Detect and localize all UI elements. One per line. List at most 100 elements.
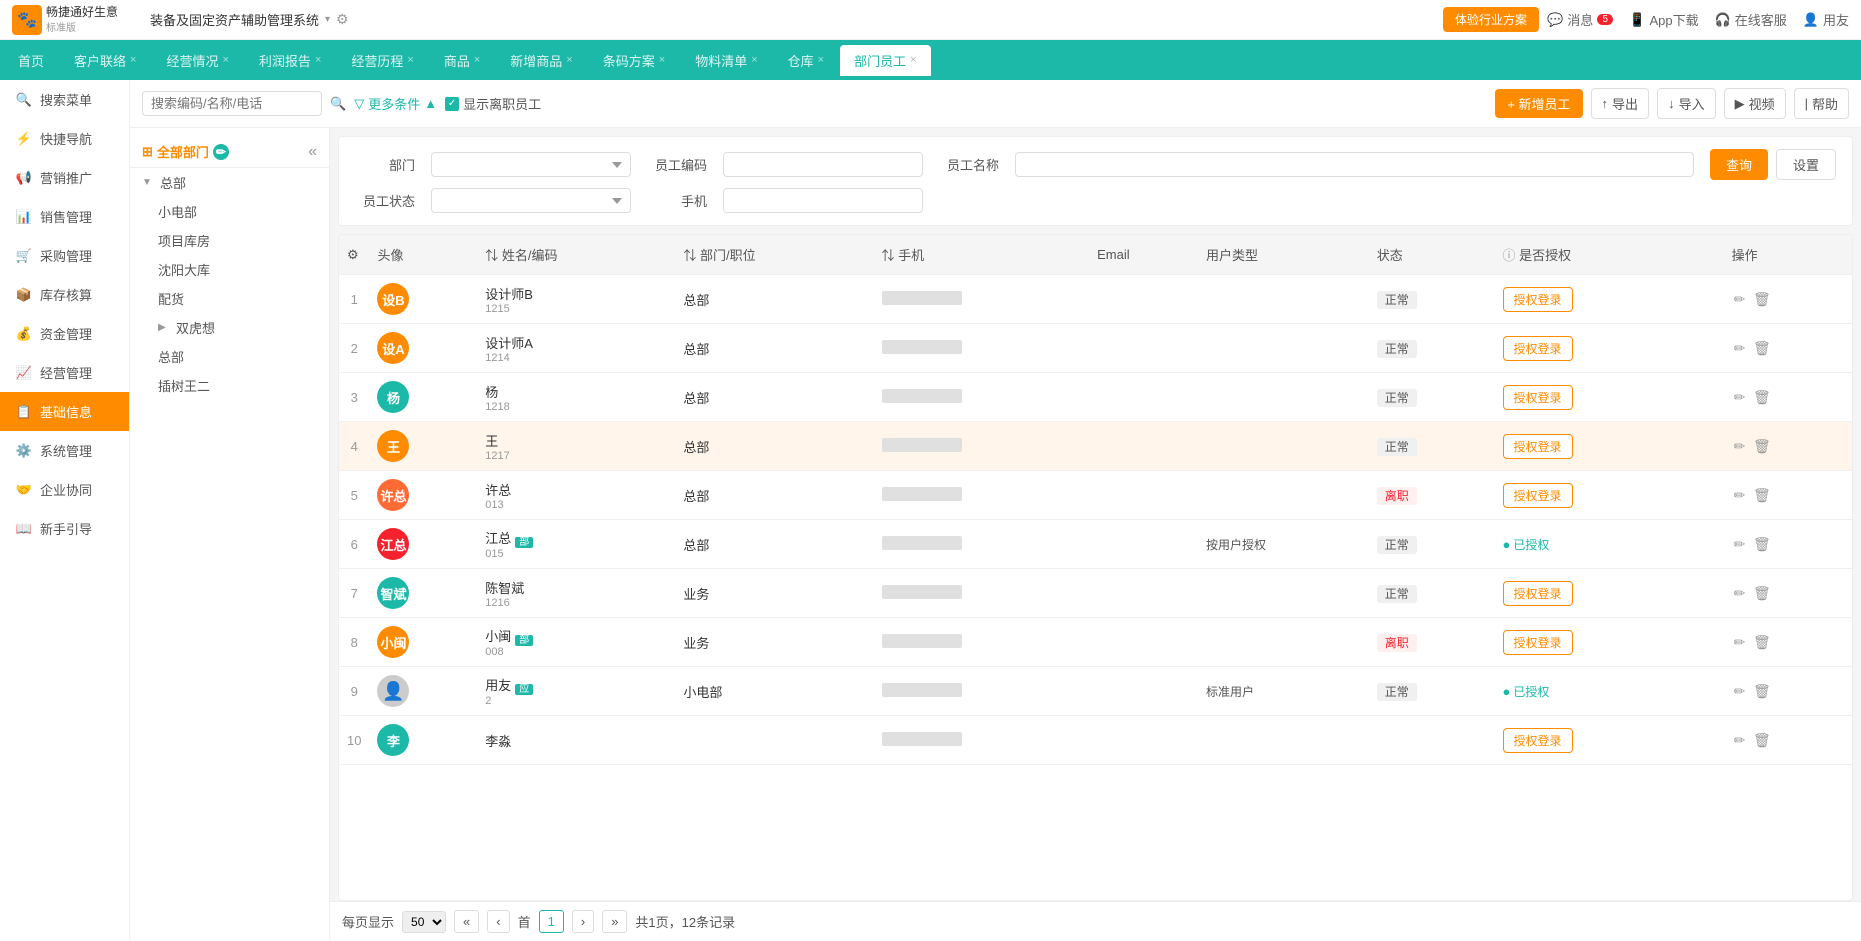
close-icon[interactable]: × [910,54,916,66]
prev-page-button[interactable]: ‹ [487,910,509,933]
auth-login-button[interactable]: 授权登录 [1503,336,1573,361]
sidebar-item-marketing[interactable]: 📢 营销推广 [0,158,129,197]
more-filter[interactable]: ▽ 更多条件 ▲ [354,94,437,113]
info-icon[interactable]: ⓘ [1503,248,1516,263]
sidebar-item-finance[interactable]: 💰 资金管理 [0,314,129,353]
edit-button[interactable]: ✏ [1734,536,1746,553]
import-button[interactable]: ↓ 导入 [1657,88,1716,119]
sidebar-item-mgmt[interactable]: 📈 经营管理 [0,353,129,392]
delete-button[interactable]: 🗑 [1753,536,1771,553]
edit-button[interactable]: ✏ [1734,634,1746,651]
sidebar-item-inventory[interactable]: 📦 库存核算 [0,275,129,314]
close-icon[interactable]: × [407,54,413,66]
auth-login-button[interactable]: 授权登录 [1503,287,1573,312]
trial-button[interactable]: 体验行业方案 [1443,7,1539,32]
set-button[interactable]: 设置 [1776,149,1836,180]
tab-new-goods[interactable]: 新增商品 × [496,45,586,76]
help-button[interactable]: | 帮助 [1794,88,1849,119]
col-phone[interactable]: ⇅ 手机 [874,235,1090,275]
edit-button[interactable]: ✏ [1734,340,1746,357]
col-name[interactable]: ⇅ 姓名/编码 [477,235,675,275]
auth-login-button[interactable]: 授权登录 [1503,581,1573,606]
close-icon[interactable]: × [818,54,824,66]
tab-customer[interactable]: 客户联络 × [60,45,150,76]
edit-button[interactable]: ✏ [1734,389,1746,406]
user-item[interactable]: 👤 用友 [1803,10,1849,29]
tab-history[interactable]: 经营历程 × [337,45,427,76]
export-button[interactable]: ↑ 导出 [1591,88,1650,119]
dept-filter-select[interactable] [431,152,631,177]
delete-button[interactable]: 🗑 [1753,438,1771,455]
current-page[interactable]: 1 [539,910,564,933]
delete-button[interactable]: 🗑 [1753,389,1771,406]
dept-node-project[interactable]: 项目库房 [138,226,329,255]
sidebar-item-sales[interactable]: 📊 销售管理 [0,197,129,236]
delete-button[interactable]: 🗑 [1753,634,1771,651]
delete-button[interactable]: 🗑 [1753,732,1771,749]
auth-login-button[interactable]: 授权登录 [1503,385,1573,410]
sidebar-item-base[interactable]: 📋 基础信息 [0,392,129,431]
dept-node-chashuwang[interactable]: 插树王二 [138,371,329,400]
query-button[interactable]: 查询 [1710,149,1768,180]
dept-node-headquarters[interactable]: ▼ 总部 [130,168,329,197]
tab-goods[interactable]: 商品 × [430,45,494,76]
gear-icon[interactable]: ⚙ [336,11,349,28]
add-employee-button[interactable]: + 新增员工 [1495,89,1582,118]
phone-input[interactable] [723,188,923,213]
delete-button[interactable]: 🗑 [1753,585,1771,602]
emp-code-input[interactable] [723,152,923,177]
edit-button[interactable]: ✏ [1734,585,1746,602]
edit-button[interactable]: ✏ [1734,683,1746,700]
edit-icon[interactable]: ✏ [213,144,229,160]
edit-button[interactable]: ✏ [1734,487,1746,504]
close-icon[interactable]: × [315,54,321,66]
delete-button[interactable]: 🗑 [1753,487,1771,504]
col-dept[interactable]: ⇅ 部门/职位 [675,235,873,275]
search-input[interactable] [142,91,322,116]
sidebar-item-quicknav[interactable]: ⚡ 快捷导航 [0,119,129,158]
tab-bom[interactable]: 物料清单 × [681,45,771,76]
tab-operation[interactable]: 经营情况 × [152,45,242,76]
auth-login-button[interactable]: 授权登录 [1503,434,1573,459]
delete-button[interactable]: 🗑 [1753,340,1771,357]
tab-warehouse[interactable]: 仓库 × [774,45,838,76]
sidebar-item-purchase[interactable]: 🛒 采购管理 [0,236,129,275]
close-icon[interactable]: × [474,54,480,66]
emp-name-input[interactable] [1015,152,1694,177]
col-settings[interactable]: ⚙ [339,235,369,275]
sys-dropdown-arrow[interactable]: ▾ [325,14,330,25]
emp-status-select[interactable] [431,188,631,213]
next-page-button[interactable]: › [572,910,594,933]
show-resigned-checkbox[interactable]: ✓ 显示离职员工 [445,94,541,113]
collapse-sidebar-button[interactable]: « [308,143,317,161]
edit-button[interactable]: ✏ [1734,438,1746,455]
tab-dept-staff[interactable]: 部门员工 × [840,45,930,76]
delete-button[interactable]: 🗑 [1753,291,1771,308]
close-icon[interactable]: × [751,54,757,66]
tab-home[interactable]: 首页 [4,45,58,76]
tab-profit[interactable]: 利润报告 × [245,45,335,76]
dept-node-xiao-dian[interactable]: 小电部 [138,197,329,226]
auth-login-button[interactable]: 授权登录 [1503,483,1573,508]
close-icon[interactable]: × [222,54,228,66]
close-icon[interactable]: × [659,54,665,66]
app-download-item[interactable]: 📱 App下载 [1629,10,1698,29]
per-page-select[interactable]: 50 [402,911,446,933]
dept-node-zongbu[interactable]: 总部 [138,342,329,371]
close-icon[interactable]: × [130,54,136,66]
sidebar-item-collab[interactable]: 🤝 企业协同 [0,470,129,509]
auth-login-button[interactable]: 授权登录 [1503,630,1573,655]
last-page-button[interactable]: » [602,910,627,933]
tab-barcode[interactable]: 条码方案 × [589,45,679,76]
sidebar-item-system[interactable]: ⚙️ 系统管理 [0,431,129,470]
dept-node-shenyang[interactable]: 沈阳大库 [138,255,329,284]
video-button[interactable]: ▶ 视频 [1724,88,1786,119]
delete-button[interactable]: 🗑 [1753,683,1771,700]
sidebar-item-guide[interactable]: 📖 新手引导 [0,509,129,548]
online-service-item[interactable]: 🎧 在线客服 [1715,10,1787,29]
auth-login-button[interactable]: 授权登录 [1503,728,1573,753]
sidebar-item-search[interactable]: 🔍 搜索菜单 [0,80,129,119]
edit-button[interactable]: ✏ [1734,291,1746,308]
close-icon[interactable]: × [566,54,572,66]
search-button[interactable]: 🔍 [330,96,346,112]
